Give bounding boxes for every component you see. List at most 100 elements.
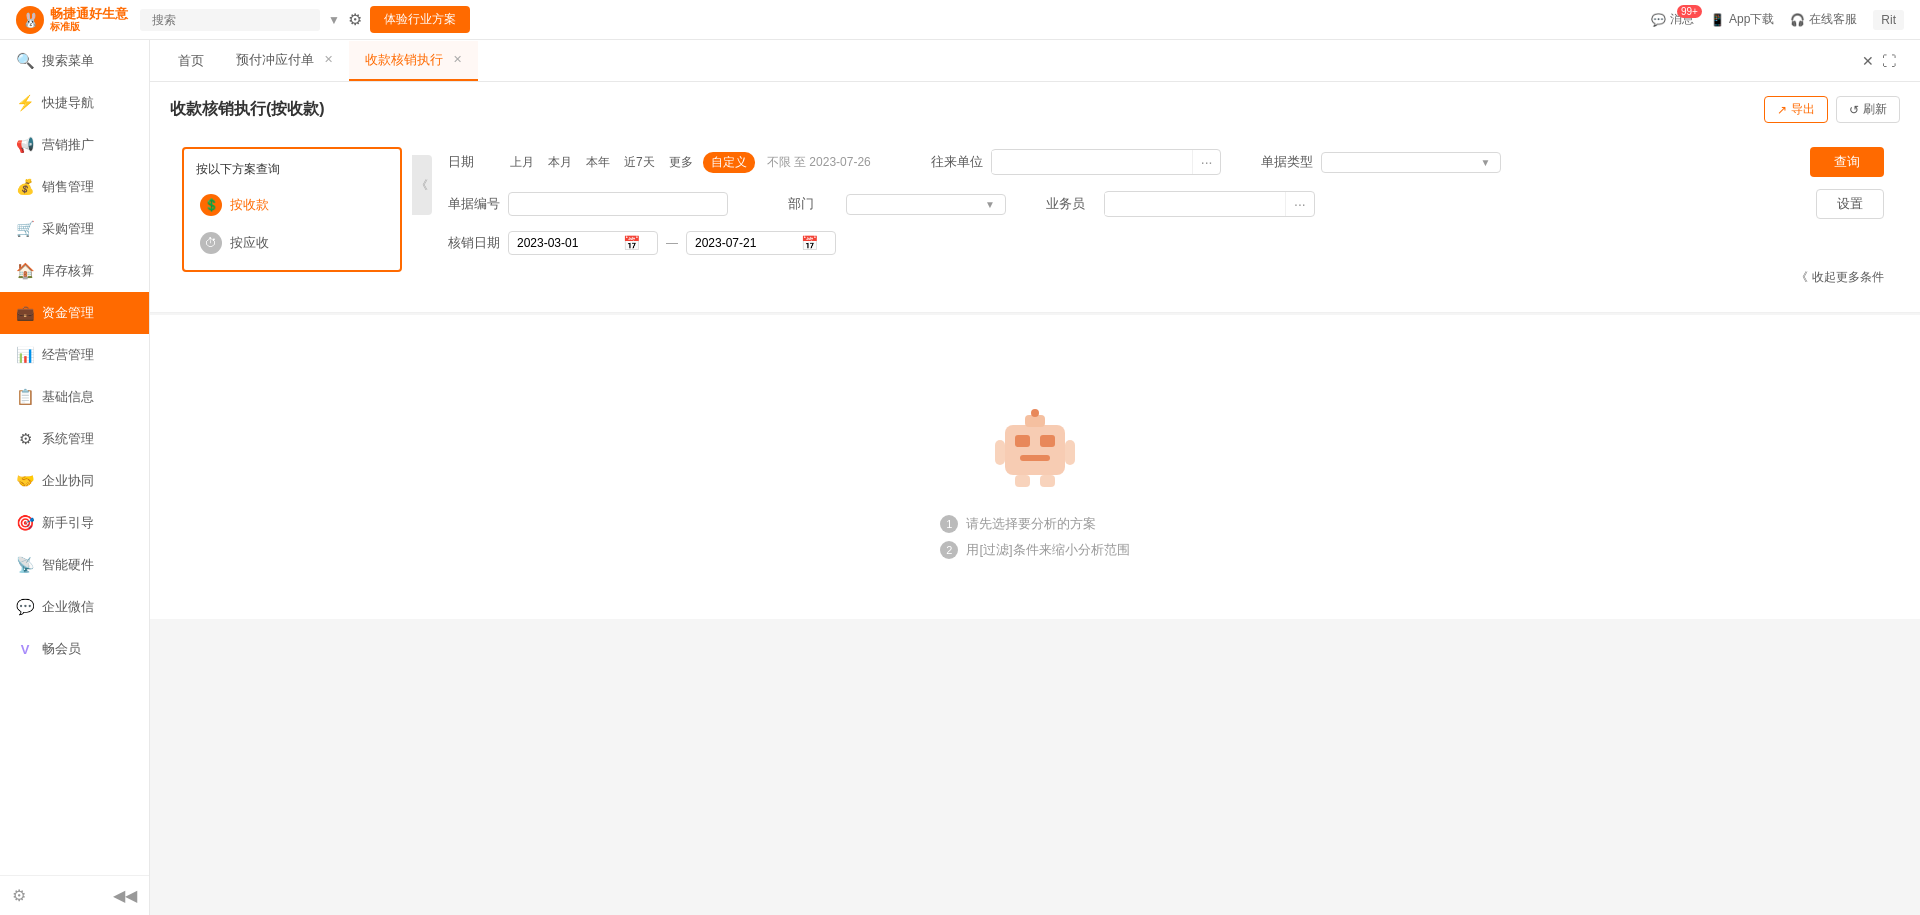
sidebar-item-system[interactable]: ⚙ 系统管理 — [0, 418, 149, 460]
calendar-end-icon[interactable]: 📅 — [801, 235, 818, 251]
doc-no-input[interactable] — [508, 192, 728, 216]
filter-option-by-receivable[interactable]: ⏱ 按应收 — [184, 224, 400, 262]
sidebar-item-inventory[interactable]: 🏠 库存核算 — [0, 250, 149, 292]
enterprise-icon: 🤝 — [16, 472, 34, 490]
counterpart-input[interactable] — [992, 151, 1192, 173]
svg-point-5 — [1031, 409, 1039, 417]
query-button[interactable]: 查询 — [1810, 147, 1884, 177]
sidebar-item-basic[interactable]: 📋 基础信息 — [0, 376, 149, 418]
tab-receipt-verify[interactable]: 收款核销执行 ✕ — [349, 41, 478, 81]
tab-expand-icon[interactable]: ⛶ — [1882, 53, 1896, 69]
page-header-actions: ↗ 导出 ↺ 刷新 — [1764, 96, 1900, 123]
tab-prepay-close-icon[interactable]: ✕ — [324, 53, 333, 66]
sales-icon: 💰 — [16, 178, 34, 196]
verify-date-end-input[interactable] — [695, 236, 795, 250]
message-button[interactable]: 💬 消息 99+ — [1651, 11, 1694, 28]
doc-type-select[interactable]: ▼ — [1321, 152, 1501, 173]
sidebar-item-sales[interactable]: 💰 销售管理 — [0, 166, 149, 208]
verify-date-start-input[interactable] — [517, 236, 617, 250]
sidebar-item-purchase[interactable]: 🛒 采购管理 — [0, 208, 149, 250]
tab-home[interactable]: 首页 — [162, 42, 220, 80]
sidebar-label-quick: 快捷导航 — [42, 94, 94, 112]
sidebar-label-inventory: 库存核算 — [42, 262, 94, 280]
verify-date-end-wrap: 📅 — [686, 231, 836, 255]
sidebar-label-marketing: 营销推广 — [42, 136, 94, 154]
svg-rect-2 — [1040, 435, 1055, 447]
topbar-search-input[interactable] — [140, 9, 320, 31]
dropdown-arrow-icon[interactable]: ▼ — [328, 13, 340, 27]
sidebar-item-search[interactable]: 🔍 搜索菜单 — [0, 40, 149, 82]
empty-tip-2: 2 用[过滤]条件来缩小分析范围 — [940, 541, 1129, 559]
solution-button[interactable]: 体验行业方案 — [370, 6, 470, 33]
settings-button[interactable]: 设置 — [1816, 189, 1884, 219]
tab-close-icon[interactable]: ✕ — [1862, 53, 1874, 69]
svg-rect-3 — [1020, 455, 1050, 461]
dept-select[interactable]: ▼ — [846, 194, 1006, 215]
svg-rect-6 — [995, 440, 1005, 465]
page-title-row: 收款核销执行(按收款) ↗ 导出 ↺ 刷新 — [170, 96, 1900, 123]
dept-label: 部门 — [788, 195, 838, 213]
sidebar-item-finance[interactable]: 💼 资金管理 — [0, 292, 149, 334]
sidebar-label-enterprise: 企业协同 — [42, 472, 94, 490]
filter-form: 日期 上月 本月 本年 近7天 更多 自定义 不限 至 2023-07-26 — [432, 135, 1900, 312]
sidebar-collapse-icon[interactable]: ◀◀ — [113, 886, 137, 905]
quick-icon: ⚡ — [16, 94, 34, 112]
calendar-start-icon[interactable]: 📅 — [623, 235, 640, 251]
date-range-text: 不限 至 2023-07-26 — [767, 154, 871, 171]
staff-input-wrap: ··· — [1104, 191, 1315, 217]
operation-icon: 📊 — [16, 346, 34, 364]
filter-collapse-button[interactable]: 《 — [412, 155, 432, 215]
sidebar-item-marketing[interactable]: 📢 营销推广 — [0, 124, 149, 166]
staff-dots-btn[interactable]: ··· — [1285, 192, 1314, 216]
sidebar-item-guide[interactable]: 🎯 新手引导 — [0, 502, 149, 544]
purchase-icon: 🛒 — [16, 220, 34, 238]
date-opt-this-month[interactable]: 本月 — [544, 152, 576, 173]
collapse-more-label: 收起更多条件 — [1812, 269, 1884, 286]
export-icon: ↗ — [1777, 103, 1787, 117]
counterpart-dots-btn[interactable]: ··· — [1192, 150, 1221, 174]
refresh-button[interactable]: ↺ 刷新 — [1836, 96, 1900, 123]
filter-sidebar-panel: 按以下方案查询 💲 按收款 ⏱ 按应收 — [182, 147, 402, 272]
svg-rect-9 — [1040, 475, 1055, 487]
user-account[interactable]: Rit — [1873, 10, 1904, 30]
doc-type-label: 单据类型 — [1261, 153, 1313, 171]
tab-prepay[interactable]: 预付冲应付单 ✕ — [220, 41, 349, 81]
export-button[interactable]: ↗ 导出 — [1764, 96, 1828, 123]
sidebar-item-hardware[interactable]: 📡 智能硬件 — [0, 544, 149, 586]
tip-text-2: 用[过滤]条件来缩小分析范围 — [966, 541, 1129, 559]
inventory-icon: 🏠 — [16, 262, 34, 280]
page-title: 收款核销执行(按收款) — [170, 99, 325, 120]
settings-icon[interactable]: ⚙ — [348, 10, 362, 29]
sidebar-settings-icon[interactable]: ⚙ — [12, 886, 26, 905]
marketing-icon: 📢 — [16, 136, 34, 154]
date-opt-this-year[interactable]: 本年 — [582, 152, 614, 173]
receivable-option-icon: ⏱ — [200, 232, 222, 254]
collapse-more-button[interactable]: 《 收起更多条件 — [1796, 263, 1884, 292]
date-opt-more[interactable]: 更多 — [665, 152, 697, 173]
search-icon: 🔍 — [16, 52, 34, 70]
staff-input[interactable] — [1105, 193, 1285, 215]
tab-bar: 首页 预付冲应付单 ✕ 收款核销执行 ✕ ✕ ⛶ — [150, 40, 1920, 82]
main-layout: 🔍 搜索菜单 ⚡ 快捷导航 📢 营销推广 💰 销售管理 🛒 采购管理 🏠 库存核… — [0, 40, 1920, 915]
sidebar-label-wechat: 企业微信 — [42, 598, 94, 616]
filter-option-by-receipt[interactable]: 💲 按收款 — [184, 186, 400, 224]
sidebar: 🔍 搜索菜单 ⚡ 快捷导航 📢 营销推广 💰 销售管理 🛒 采购管理 🏠 库存核… — [0, 40, 150, 915]
sidebar-item-quick[interactable]: ⚡ 快捷导航 — [0, 82, 149, 124]
date-opt-last-month[interactable]: 上月 — [506, 152, 538, 173]
refresh-icon: ↺ — [1849, 103, 1859, 117]
tip-num-2: 2 — [940, 541, 958, 559]
date-opt-custom[interactable]: 自定义 — [703, 152, 755, 173]
sidebar-item-enterprise[interactable]: 🤝 企业协同 — [0, 460, 149, 502]
verify-date-label: 核销日期 — [448, 234, 500, 252]
date-opt-7days[interactable]: 近7天 — [620, 152, 659, 173]
sidebar-item-wechat[interactable]: 💬 企业微信 — [0, 586, 149, 628]
sidebar-item-operation[interactable]: 📊 经营管理 — [0, 334, 149, 376]
dept-arrow-icon: ▼ — [985, 199, 995, 210]
verify-date-start-wrap: 📅 — [508, 231, 658, 255]
counterpart-label: 往来单位 — [931, 153, 983, 171]
app-download-button[interactable]: 📱 App下载 — [1710, 11, 1774, 28]
sidebar-item-member[interactable]: V 畅会员 — [0, 628, 149, 670]
online-service-button[interactable]: 🎧 在线客服 — [1790, 11, 1857, 28]
date-label: 日期 — [448, 153, 498, 171]
tab-receipt-verify-close-icon[interactable]: ✕ — [453, 53, 462, 66]
